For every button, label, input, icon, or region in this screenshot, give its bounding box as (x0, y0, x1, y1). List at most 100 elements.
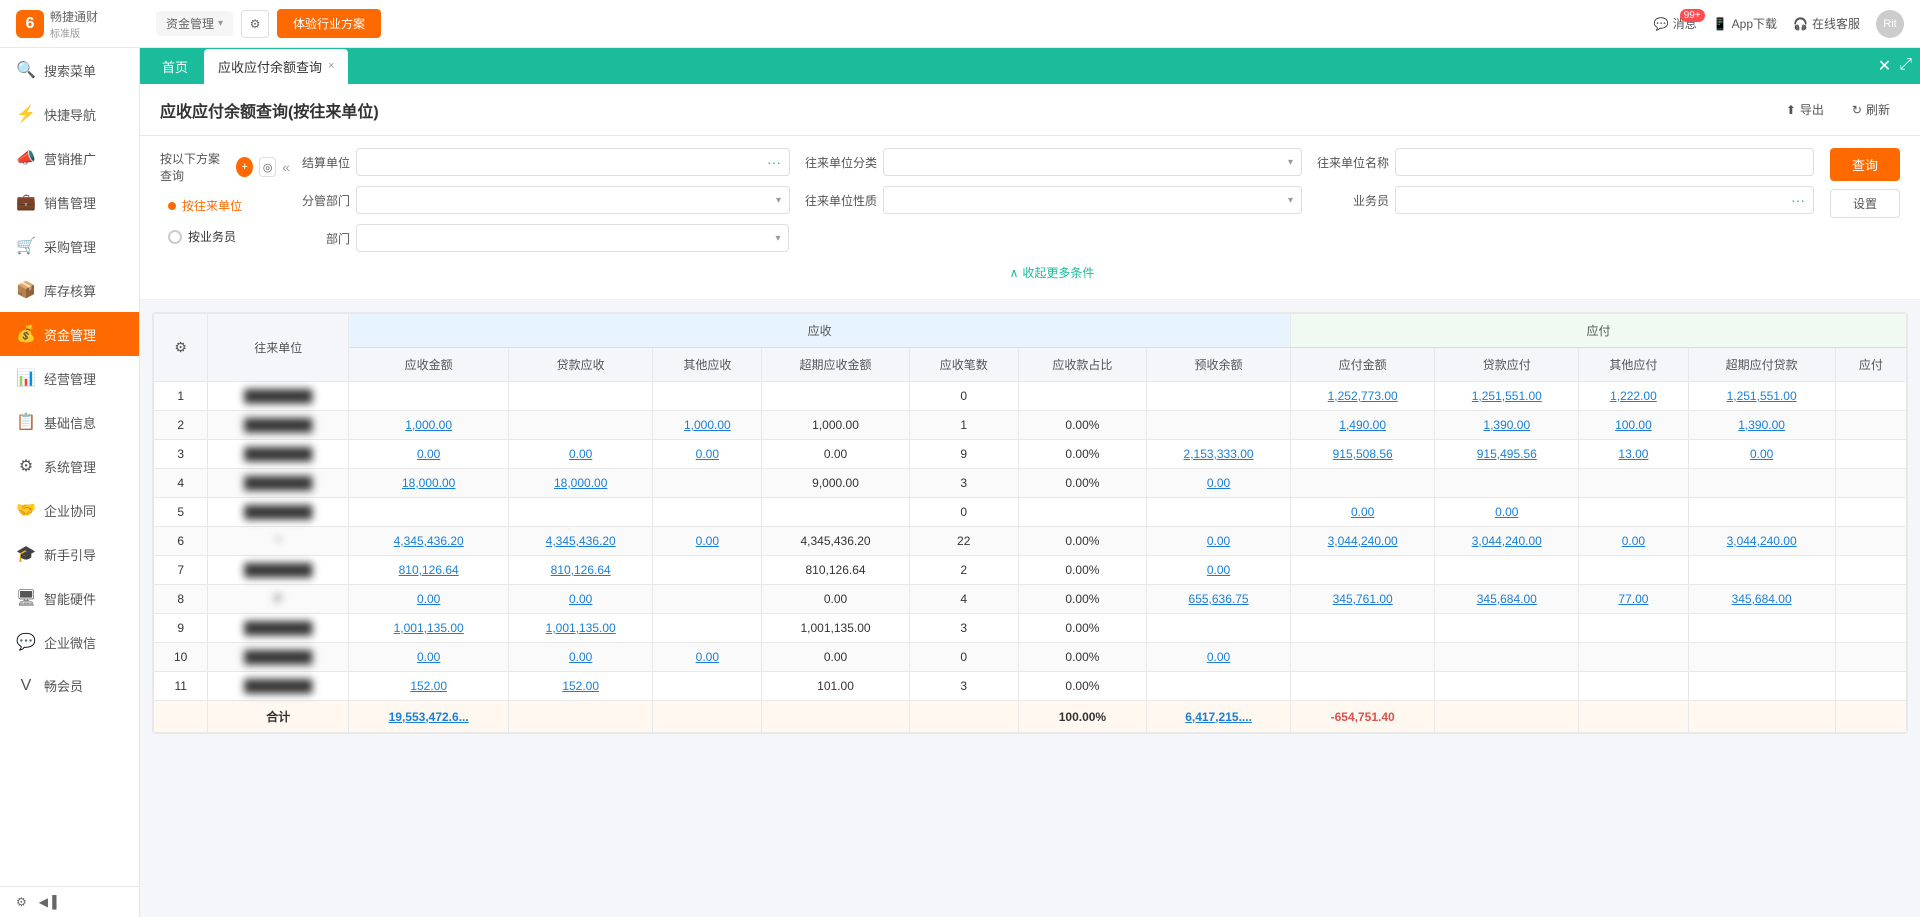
app-download-button[interactable]: 📱 App下载 (1713, 15, 1777, 32)
td-qtys-10[interactable] (653, 672, 762, 701)
td-dkys-5[interactable]: 4,345,436.20 (509, 527, 653, 556)
td-ysje-2[interactable]: 0.00 (349, 440, 509, 469)
filter-collapse-icon[interactable]: « (282, 159, 290, 175)
td-cqyfdk-9[interactable] (1688, 643, 1835, 672)
sidebar-item-6[interactable]: 💰 资金管理 (0, 312, 139, 356)
td-dkys-9[interactable]: 0.00 (509, 643, 653, 672)
maximize-icon[interactable]: ⤢ (1899, 56, 1912, 76)
refresh-button[interactable]: ↻ 刷新 (1842, 96, 1900, 123)
td-ysye-10[interactable] (1147, 672, 1291, 701)
td-qtyf-2[interactable]: 13.00 (1579, 440, 1688, 469)
td-cqyfdk-8[interactable] (1688, 614, 1835, 643)
tab-close-1[interactable]: × (328, 60, 334, 72)
unit-category-select[interactable]: ▾ (883, 148, 1302, 176)
td-dkyf-5[interactable]: 3,044,240.00 (1435, 527, 1579, 556)
sidebar-item-9[interactable]: ⚙ 系统管理 (0, 444, 139, 488)
td-yfje-6[interactable] (1291, 556, 1435, 585)
td-ysye-8[interactable] (1147, 614, 1291, 643)
td-cqyfdk-2[interactable]: 0.00 (1688, 440, 1835, 469)
sidebar-item-3[interactable]: 💼 销售管理 (0, 180, 139, 224)
td-dkys-7[interactable]: 0.00 (509, 585, 653, 614)
filter-nav-by-salesman[interactable]: 按业务员 (160, 223, 290, 250)
td-ysye-2[interactable]: 2,153,333.00 (1147, 440, 1291, 469)
td-ysye-3[interactable]: 0.00 (1147, 469, 1291, 498)
td-qtys-8[interactable] (653, 614, 762, 643)
solution-button[interactable]: 体验行业方案 (277, 9, 381, 38)
sidebar-item-10[interactable]: 🤝 企业协同 (0, 488, 139, 532)
td-dkys-6[interactable]: 810,126.64 (509, 556, 653, 585)
td-cqyfdk-3[interactable] (1688, 469, 1835, 498)
td-qtys-4[interactable] (653, 498, 762, 527)
td-ysje-8[interactable]: 1,001,135.00 (349, 614, 509, 643)
td-dkyf-7[interactable]: 345,684.00 (1435, 585, 1579, 614)
td-ysye-6[interactable]: 0.00 (1147, 556, 1291, 585)
td-yfje-0[interactable]: 1,252,773.00 (1291, 382, 1435, 411)
td-yfje-10[interactable] (1291, 672, 1435, 701)
td-ysye-5[interactable]: 0.00 (1147, 527, 1291, 556)
tab-1[interactable]: 应收应付余额查询× (204, 49, 348, 84)
online-support-button[interactable]: 🎧 在线客服 (1793, 15, 1860, 32)
td-dkys-3[interactable]: 18,000.00 (509, 469, 653, 498)
td-dkyf-8[interactable] (1435, 614, 1579, 643)
td-ysye-7[interactable]: 655,636.75 (1147, 585, 1291, 614)
td-ysje-0[interactable] (349, 382, 509, 411)
td-qtyf-7[interactable]: 77.00 (1579, 585, 1688, 614)
td-qtys-6[interactable] (653, 556, 762, 585)
td-qtys-1[interactable]: 1,000.00 (653, 411, 762, 440)
settings-button[interactable]: 设置 (1830, 189, 1900, 218)
td-cqyfdk-4[interactable] (1688, 498, 1835, 527)
td-dkyf-9[interactable] (1435, 643, 1579, 672)
td-qtyf-3[interactable] (1579, 469, 1688, 498)
td-yfje-8[interactable] (1291, 614, 1435, 643)
sidebar-item-14[interactable]: V 畅会员 (0, 664, 139, 707)
td-yfje-9[interactable] (1291, 643, 1435, 672)
sidebar-item-8[interactable]: 📋 基础信息 (0, 400, 139, 444)
sidebar-item-2[interactable]: 📣 营销推广 (0, 136, 139, 180)
sidebar-item-4[interactable]: 🛒 采购管理 (0, 224, 139, 268)
td-qtyf-9[interactable] (1579, 643, 1688, 672)
tab-0[interactable]: 首页 (148, 49, 202, 84)
td-cqyfdk-5[interactable]: 3,044,240.00 (1688, 527, 1835, 556)
filter-nav-by-unit[interactable]: 按往来单位 (160, 192, 290, 219)
td-ysje-6[interactable]: 810,126.64 (349, 556, 509, 585)
sidebar-item-0[interactable]: 🔍 搜索菜单 (0, 48, 139, 92)
td-dkyf-10[interactable] (1435, 672, 1579, 701)
td-qtyf-5[interactable]: 0.00 (1579, 527, 1688, 556)
td-dkys-4[interactable] (509, 498, 653, 527)
td-ysye-1[interactable] (1147, 411, 1291, 440)
td-ysje-10[interactable]: 152.00 (349, 672, 509, 701)
td-cqyfdk-7[interactable]: 345,684.00 (1688, 585, 1835, 614)
td-cqyfdk-10[interactable] (1688, 672, 1835, 701)
td-ysye-9[interactable]: 0.00 (1147, 643, 1291, 672)
td-dkys-2[interactable]: 0.00 (509, 440, 653, 469)
td-qtys-9[interactable]: 0.00 (653, 643, 762, 672)
query-button[interactable]: 查询 (1830, 148, 1900, 181)
td-ysje-5[interactable]: 4,345,436.20 (349, 527, 509, 556)
td-yfje-1[interactable]: 1,490.00 (1291, 411, 1435, 440)
td-qtys-0[interactable] (653, 382, 762, 411)
td-dkys-10[interactable]: 152.00 (509, 672, 653, 701)
td-yfje-2[interactable]: 915,508.56 (1291, 440, 1435, 469)
collapse-button[interactable]: ∧ 收起更多条件 (994, 258, 1111, 287)
td-dkyf-0[interactable]: 1,251,551.00 (1435, 382, 1579, 411)
td-qtyf-10[interactable] (1579, 672, 1688, 701)
user-avatar[interactable]: Rit (1876, 10, 1904, 38)
td-ysye-4[interactable] (1147, 498, 1291, 527)
td-dkys-0[interactable] (509, 382, 653, 411)
sidebar-collapse-icon[interactable]: ◀▐ (39, 895, 57, 909)
td-ysje-1[interactable]: 1,000.00 (349, 411, 509, 440)
unit-nature-select[interactable]: ▾ (883, 186, 1302, 214)
td-ysje-9[interactable]: 0.00 (349, 643, 509, 672)
td-qtyf-0[interactable]: 1,222.00 (1579, 382, 1688, 411)
sidebar-item-11[interactable]: 🎓 新手引导 (0, 532, 139, 576)
sidebar-item-12[interactable]: 🖥 智能硬件 (0, 576, 139, 620)
td-qtyf-8[interactable] (1579, 614, 1688, 643)
td-qtys-3[interactable] (653, 469, 762, 498)
td-yfje-7[interactable]: 345,761.00 (1291, 585, 1435, 614)
td-dkys-1[interactable] (509, 411, 653, 440)
td-qtys-5[interactable]: 0.00 (653, 527, 762, 556)
td-cqyfdk-0[interactable]: 1,251,551.00 (1688, 382, 1835, 411)
td-yfje-5[interactable]: 3,044,240.00 (1291, 527, 1435, 556)
filter-target-icon[interactable]: ◎ (259, 157, 276, 177)
td-ysje-4[interactable] (349, 498, 509, 527)
